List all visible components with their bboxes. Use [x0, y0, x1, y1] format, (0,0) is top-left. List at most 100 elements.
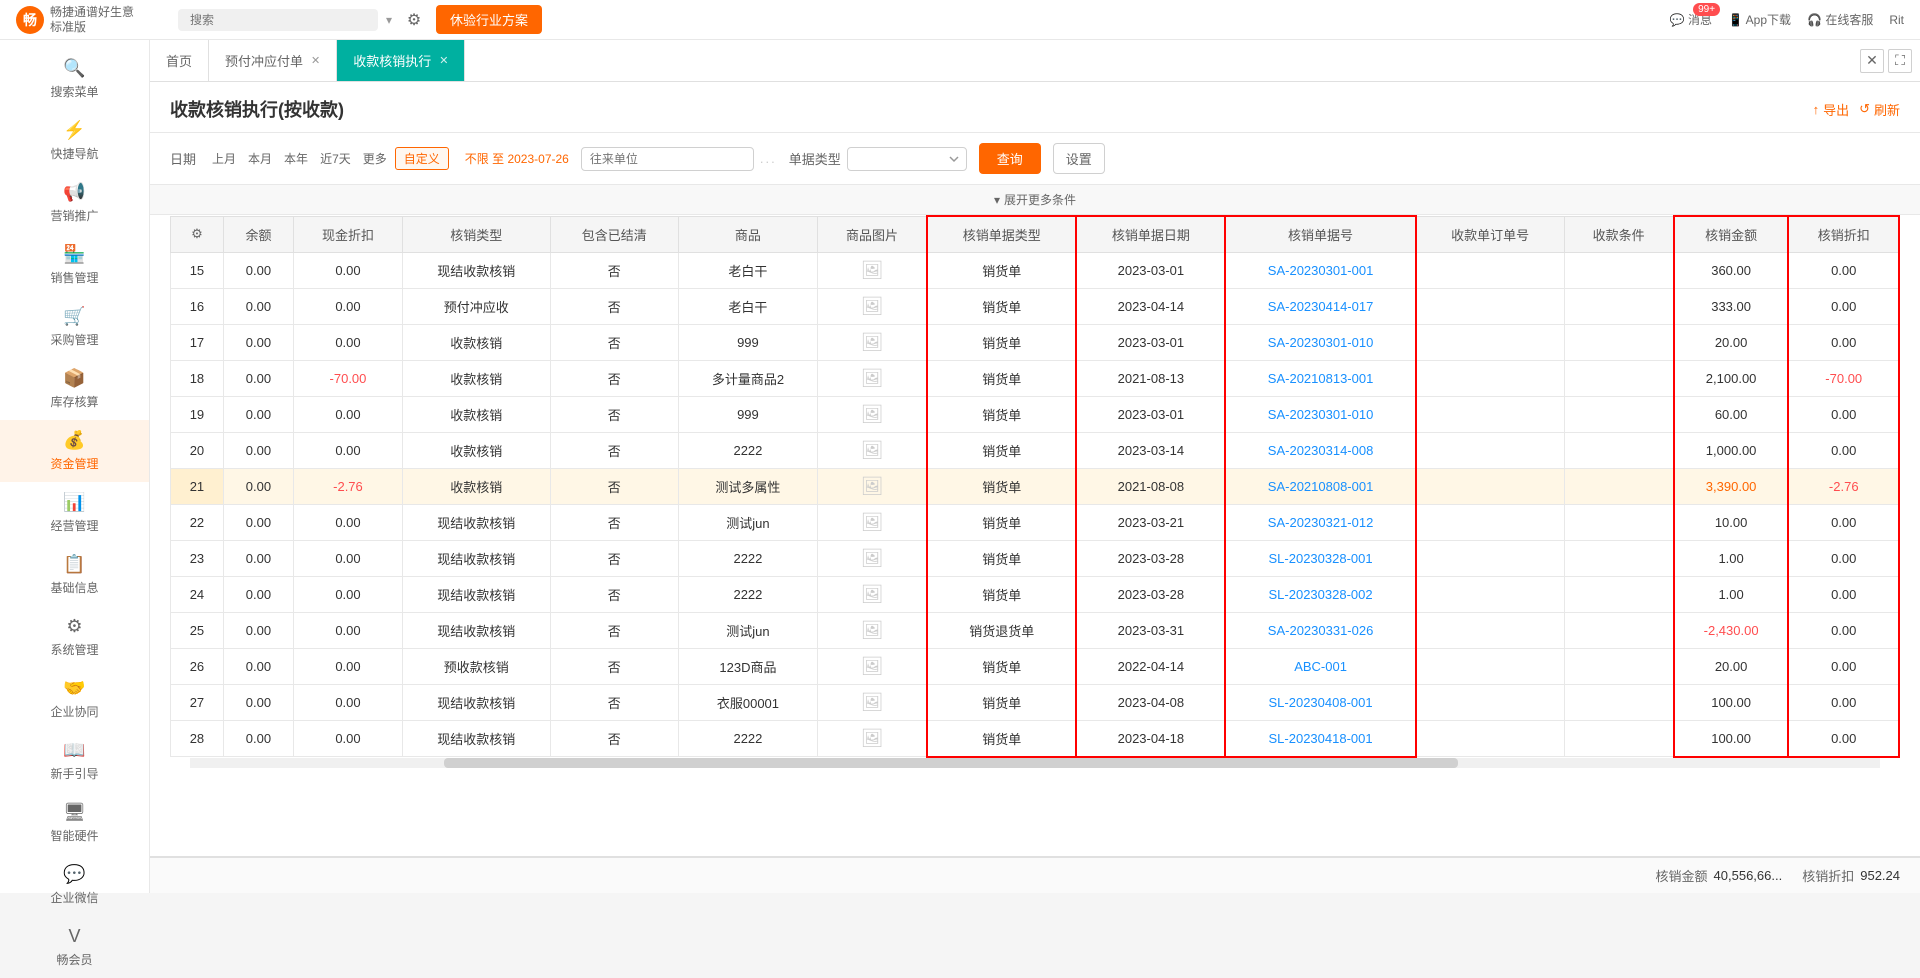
invoice-type-select[interactable] — [847, 147, 967, 171]
tab-actions: ✕ ⛶ — [1852, 40, 1920, 81]
col-balance: 余额 — [223, 216, 293, 253]
invoice-no-link[interactable]: SL-20230418-001 — [1269, 731, 1373, 746]
this-year-button[interactable]: 本年 — [280, 148, 312, 169]
sidebar-item-vip[interactable]: V 畅会员 — [0, 916, 149, 978]
purchase-icon: 🛒 — [63, 306, 85, 327]
more-date-button[interactable]: 更多 — [359, 148, 391, 169]
tab-label: 收款核销执行 — [353, 51, 431, 70]
counterparty-input[interactable] — [581, 147, 754, 171]
quick-nav-icon: ⚡ — [63, 120, 85, 141]
sidebar-item-collab[interactable]: 🤝 企业协同 — [0, 668, 149, 730]
invoice-no-link[interactable]: SA-20230414-017 — [1268, 299, 1374, 314]
sidebar-item-sales[interactable]: 🏪 销售管理 — [0, 234, 149, 296]
sidebar-item-label: 畅会员 — [56, 951, 92, 968]
custom-date-button[interactable]: 自定义 — [395, 147, 449, 170]
guide-icon: 📖 — [63, 740, 85, 761]
invoice-no-link[interactable]: SL-20230328-002 — [1269, 587, 1373, 602]
invoice-no-link[interactable]: SA-20230301-010 — [1268, 335, 1374, 350]
writeoff-amount-value: 40,556,66... — [1714, 868, 1783, 883]
col-writeoff-discount: 核销折扣 — [1788, 216, 1899, 253]
invoice-no-link[interactable]: SA-20230331-026 — [1268, 623, 1374, 638]
last-7days-button[interactable]: 近7天 — [316, 148, 355, 169]
sidebar-item-label: 企业微信 — [50, 889, 98, 906]
tab-bar: 首页 预付冲应付单 ✕ 收款核销执行 ✕ ✕ ⛶ — [150, 40, 1920, 82]
col-goods: 商品 — [678, 216, 817, 253]
invoice-no-link[interactable]: ABC-001 — [1294, 659, 1347, 674]
invoice-no-link[interactable]: SA-20230301-001 — [1268, 263, 1374, 278]
invoice-no-link[interactable]: SA-20210808-001 — [1268, 479, 1374, 494]
gear-icon[interactable]: ⚙ — [400, 6, 428, 34]
sidebar-item-basic-info[interactable]: 📋 基础信息 — [0, 544, 149, 606]
header-actions: ↑ 导出 ↺ 刷新 — [1813, 100, 1900, 119]
dropdown-arrow-icon: ▾ — [386, 13, 392, 27]
horizontal-scrollbar[interactable] — [190, 758, 1880, 768]
col-gear[interactable]: ⚙ — [171, 216, 224, 253]
sidebar-item-hardware[interactable]: 🖥 智能硬件 — [0, 792, 149, 854]
export-button[interactable]: ↑ 导出 — [1813, 100, 1850, 119]
top-bar-right: 💬 消息 99+ 📱 App下载 🎧 在线客服 Rit — [1670, 11, 1904, 28]
query-button[interactable]: 查询 — [979, 143, 1041, 174]
message-button[interactable]: 💬 消息 99+ — [1670, 11, 1712, 28]
tab-close-icon[interactable]: ✕ — [439, 54, 448, 67]
sidebar-item-search[interactable]: 🔍 搜索菜单 — [0, 48, 149, 110]
filter-bar: 日期 上月 本月 本年 近7天 更多 自定义 不限 至 2023-07-26 .… — [150, 133, 1920, 185]
tab-home[interactable]: 首页 — [150, 40, 209, 81]
date-filter-label: 日期 — [170, 149, 196, 168]
system-icon: ⚙ — [66, 616, 82, 637]
invoice-no-link[interactable]: SL-20230328-001 — [1269, 551, 1373, 566]
sidebar-item-purchase[interactable]: 🛒 采购管理 — [0, 296, 149, 358]
expand-conditions-button[interactable]: ▾ 展开更多条件 — [994, 191, 1076, 208]
sidebar-item-label: 销售管理 — [50, 269, 98, 286]
table-row: 280.000.00现结收款核销否2222🖼销货单2023-04-18SL-20… — [171, 721, 1900, 757]
sidebar-item-marketing[interactable]: 📢 营销推广 — [0, 172, 149, 234]
vip-icon: V — [68, 926, 80, 947]
tab-expand-button[interactable]: ⛶ — [1888, 49, 1912, 73]
sidebar-item-label: 资金管理 — [50, 455, 98, 472]
app-download-button[interactable]: 📱 App下载 — [1728, 11, 1791, 28]
message-badge: 99+ — [1693, 3, 1720, 16]
management-icon: 📊 — [63, 492, 85, 513]
tab-close-icon[interactable]: ✕ — [311, 54, 320, 67]
invoice-no-link[interactable]: SA-20230301-010 — [1268, 407, 1374, 422]
sidebar-item-system[interactable]: ⚙ 系统管理 — [0, 606, 149, 668]
refresh-icon: ↺ — [1859, 101, 1870, 117]
invoice-no-link[interactable]: SA-20230314-008 — [1268, 443, 1374, 458]
sales-icon: 🏪 — [63, 244, 85, 265]
online-service-button[interactable]: 🎧 在线客服 — [1807, 11, 1873, 28]
last-month-button[interactable]: 上月 — [208, 148, 240, 169]
top-bar-center: ▾ ⚙ 休验行业方案 — [178, 5, 1658, 34]
sidebar-item-guide[interactable]: 📖 新手引导 — [0, 730, 149, 792]
scrollbar-thumb[interactable] — [444, 758, 1458, 768]
data-table: ⚙ 余额 现金折扣 核销类型 包含已结清 商品 商品图片 核销单据类型 核销单据… — [170, 215, 1900, 758]
tab-close-button[interactable]: ✕ — [1860, 49, 1884, 73]
date-filter-group: 上月 本月 本年 近7天 更多 自定义 — [208, 147, 449, 170]
sidebar-item-inventory[interactable]: 📦 库存核算 — [0, 358, 149, 420]
this-month-button[interactable]: 本月 — [244, 148, 276, 169]
sidebar-item-label: 采购管理 — [50, 331, 98, 348]
invoice-no-link[interactable]: SA-20230321-012 — [1268, 515, 1374, 530]
invoice-no-link[interactable]: SL-20230408-001 — [1269, 695, 1373, 710]
col-invoice-no: 核销单据号 — [1225, 216, 1415, 253]
tab-prepay[interactable]: 预付冲应付单 ✕ — [209, 40, 337, 81]
table-row: 240.000.00现结收款核销否2222🖼销货单2023-03-28SL-20… — [171, 577, 1900, 613]
date-range-display: 不限 至 2023-07-26 — [465, 150, 569, 167]
inventory-icon: 📦 — [63, 368, 85, 389]
invoice-no-link[interactable]: SA-20210813-001 — [1268, 371, 1374, 386]
logo-text: 畅捷通谱好生意 标准版 — [50, 5, 134, 34]
sidebar-item-wechat[interactable]: 💬 企业微信 — [0, 854, 149, 916]
sidebar-item-finance[interactable]: 💰 资金管理 — [0, 420, 149, 482]
industry-button[interactable]: 休验行业方案 — [436, 5, 542, 34]
page-header: 收款核销执行(按收款) ↑ 导出 ↺ 刷新 — [150, 82, 1920, 133]
refresh-button[interactable]: ↺ 刷新 — [1859, 100, 1900, 119]
tab-writeoff[interactable]: 收款核销执行 ✕ — [337, 40, 465, 81]
search-input[interactable] — [178, 9, 378, 31]
sidebar-item-management[interactable]: 📊 经营管理 — [0, 482, 149, 544]
col-writeoff-amount: 核销金额 — [1674, 216, 1789, 253]
col-invoice-type: 核销单据类型 — [927, 216, 1076, 253]
settings-button[interactable]: 设置 — [1053, 143, 1105, 174]
table-row: 220.000.00现结收款核销否测试jun🖼销货单2023-03-21SA-2… — [171, 505, 1900, 541]
writeoff-amount-total: 核销金额 40,556,66... — [1656, 866, 1783, 885]
table-footer: 核销金额 40,556,66... 核销折扣 952.24 — [150, 856, 1920, 893]
table-row: 230.000.00现结收款核销否2222🖼销货单2023-03-28SL-20… — [171, 541, 1900, 577]
sidebar-item-quick-nav[interactable]: ⚡ 快捷导航 — [0, 110, 149, 172]
